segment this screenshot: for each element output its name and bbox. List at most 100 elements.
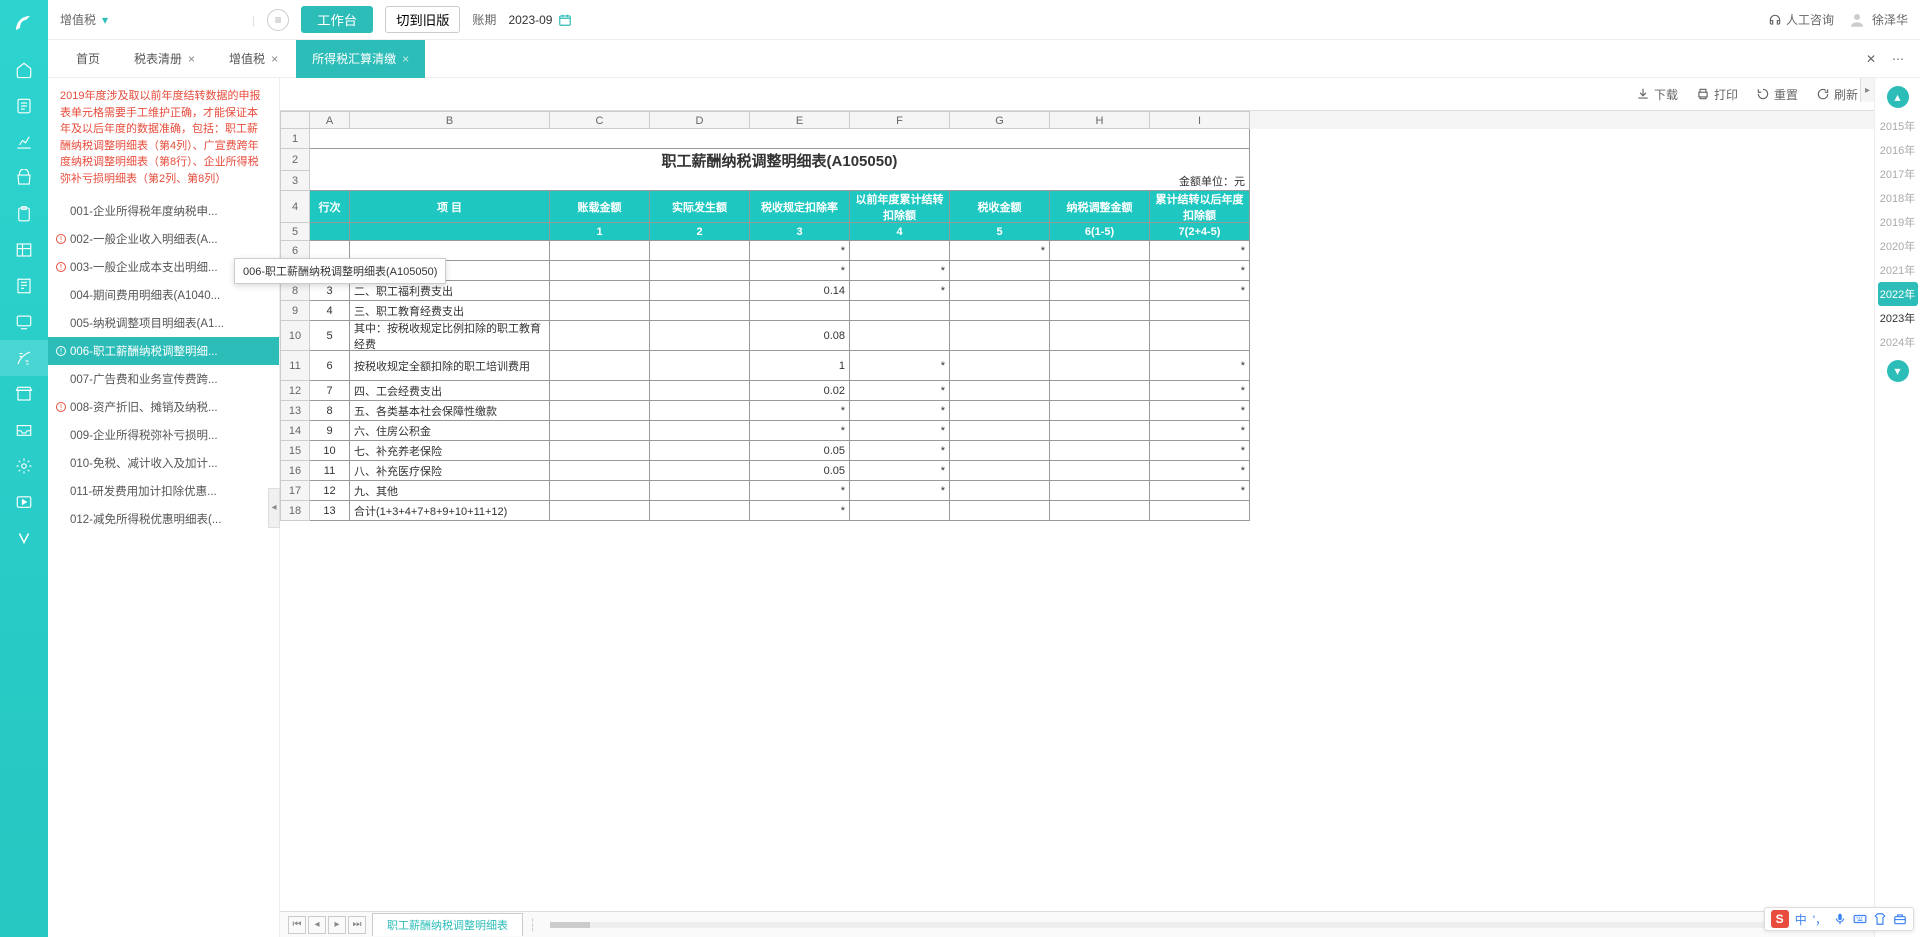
sheet-nav-first-icon[interactable]: ⏮ — [288, 916, 306, 934]
cell[interactable]: * — [1150, 401, 1250, 421]
nav-doc-icon[interactable] — [0, 88, 48, 124]
form-item-10[interactable]: 011-研发费用加计扣除优惠... — [48, 477, 279, 505]
year-2018年[interactable]: 2018年 — [1878, 186, 1918, 210]
cell[interactable] — [950, 461, 1050, 481]
cell[interactable] — [1050, 481, 1150, 501]
nav-chart-icon[interactable] — [0, 124, 48, 160]
tab-0[interactable]: 首页 — [60, 40, 116, 78]
cell[interactable] — [950, 301, 1050, 321]
cell[interactable]: 四、工会经费支出 — [350, 381, 550, 401]
form-item-3[interactable]: 004-期间费用明细表(A1040... — [48, 281, 279, 309]
cell[interactable] — [650, 281, 750, 301]
form-item-7[interactable]: !008-资产折旧、摊销及纳税... — [48, 393, 279, 421]
nav-v-icon[interactable] — [0, 520, 48, 556]
cell[interactable]: 0.05 — [750, 461, 850, 481]
tab-close-all-icon[interactable]: ✕ — [1862, 48, 1880, 70]
cell[interactable]: * — [1150, 261, 1250, 281]
nav-form-icon[interactable] — [0, 268, 48, 304]
cell[interactable]: 12 — [310, 481, 350, 501]
cell[interactable] — [950, 281, 1050, 301]
cell[interactable]: 七、补充养老保险 — [350, 441, 550, 461]
cell[interactable]: 9 — [310, 421, 350, 441]
nav-settings-icon[interactable] — [0, 448, 48, 484]
cell[interactable] — [550, 241, 650, 261]
cell[interactable]: 八、补充医疗保险 — [350, 461, 550, 481]
sheet-tab[interactable]: 职工薪酬纳税调整明细表 — [372, 913, 523, 936]
year-2015年[interactable]: 2015年 — [1878, 114, 1918, 138]
nav-tax-icon[interactable] — [0, 340, 48, 376]
cell[interactable]: * — [750, 401, 850, 421]
sheet-nav-next-icon[interactable]: ▸ — [328, 916, 346, 934]
cell[interactable] — [950, 481, 1050, 501]
cell[interactable] — [850, 321, 950, 351]
tax-type-select[interactable]: 增值税 ▾ — [60, 11, 240, 28]
close-icon[interactable]: × — [271, 52, 278, 66]
cell[interactable]: * — [850, 351, 950, 381]
cell[interactable]: * — [1150, 381, 1250, 401]
cell[interactable]: * — [1150, 441, 1250, 461]
cell[interactable] — [550, 281, 650, 301]
cell[interactable]: 6 — [310, 351, 350, 381]
cell[interactable] — [1050, 501, 1150, 521]
close-icon[interactable]: × — [402, 52, 409, 66]
cell[interactable] — [550, 301, 650, 321]
cell[interactable] — [1050, 281, 1150, 301]
cell[interactable] — [950, 401, 1050, 421]
user-menu[interactable]: 徐泽华 — [1848, 11, 1908, 29]
form-item-9[interactable]: 010-免税、减计收入及加计... — [48, 449, 279, 477]
cell[interactable]: 8 — [310, 401, 350, 421]
cell[interactable] — [650, 401, 750, 421]
cell[interactable] — [1050, 261, 1150, 281]
year-next-icon[interactable]: ▾ — [1887, 360, 1909, 382]
year-2020年[interactable]: 2020年 — [1878, 234, 1918, 258]
ime-punct-icon[interactable]: '， — [1813, 911, 1827, 928]
form-item-8[interactable]: 009-企业所得税弥补亏损明... — [48, 421, 279, 449]
nav-home-icon[interactable] — [0, 52, 48, 88]
circle-icon[interactable]: ≡ — [267, 9, 289, 31]
cell[interactable] — [550, 481, 650, 501]
cell[interactable]: * — [1150, 421, 1250, 441]
cell[interactable] — [850, 301, 950, 321]
close-icon[interactable]: × — [188, 52, 195, 66]
period-picker[interactable]: 2023-09 — [508, 13, 572, 27]
cell[interactable] — [650, 321, 750, 351]
cell[interactable]: * — [1150, 281, 1250, 301]
ime-mic-icon[interactable] — [1833, 912, 1847, 926]
horizontal-scrollbar[interactable] — [550, 922, 1866, 928]
cell[interactable]: * — [750, 501, 850, 521]
nav-video-icon[interactable] — [0, 484, 48, 520]
nav-inbox-icon[interactable] — [0, 412, 48, 448]
form-item-0[interactable]: 001-企业所得税年度纳税申... — [48, 197, 279, 225]
cell[interactable]: * — [850, 281, 950, 301]
cell[interactable] — [1050, 441, 1150, 461]
tab-1[interactable]: 税表清册× — [118, 40, 211, 78]
cell[interactable] — [1050, 381, 1150, 401]
ime-toolbox-icon[interactable] — [1893, 912, 1907, 926]
cell[interactable]: 0.14 — [750, 281, 850, 301]
cell[interactable] — [850, 501, 950, 521]
cell[interactable] — [650, 481, 750, 501]
cell[interactable]: 按税收规定全额扣除的职工培训费用 — [350, 351, 550, 381]
cell[interactable]: * — [1150, 481, 1250, 501]
sheet-nav-prev-icon[interactable]: ◂ — [308, 916, 326, 934]
cell[interactable]: 三、职工教育经费支出 — [350, 301, 550, 321]
cell[interactable] — [650, 261, 750, 281]
cell[interactable]: 7 — [310, 381, 350, 401]
cell[interactable]: 1 — [750, 351, 850, 381]
cell[interactable] — [1050, 241, 1150, 261]
cell[interactable]: * — [850, 421, 950, 441]
year-2016年[interactable]: 2016年 — [1878, 138, 1918, 162]
download-button[interactable]: 下载 — [1636, 86, 1678, 103]
year-2024年[interactable]: 2024年 — [1878, 330, 1918, 354]
cell[interactable]: 13 — [310, 501, 350, 521]
nav-bag-icon[interactable] — [0, 160, 48, 196]
cell[interactable]: * — [850, 481, 950, 501]
ime-toolbar[interactable]: S 中 '， — [1764, 907, 1914, 931]
nav-clipboard-icon[interactable] — [0, 196, 48, 232]
nav-screen-icon[interactable] — [0, 304, 48, 340]
cell[interactable]: * — [850, 261, 950, 281]
cell[interactable]: 二、职工福利费支出 — [350, 281, 550, 301]
cell[interactable] — [1150, 501, 1250, 521]
cell[interactable] — [950, 351, 1050, 381]
cell[interactable] — [550, 261, 650, 281]
